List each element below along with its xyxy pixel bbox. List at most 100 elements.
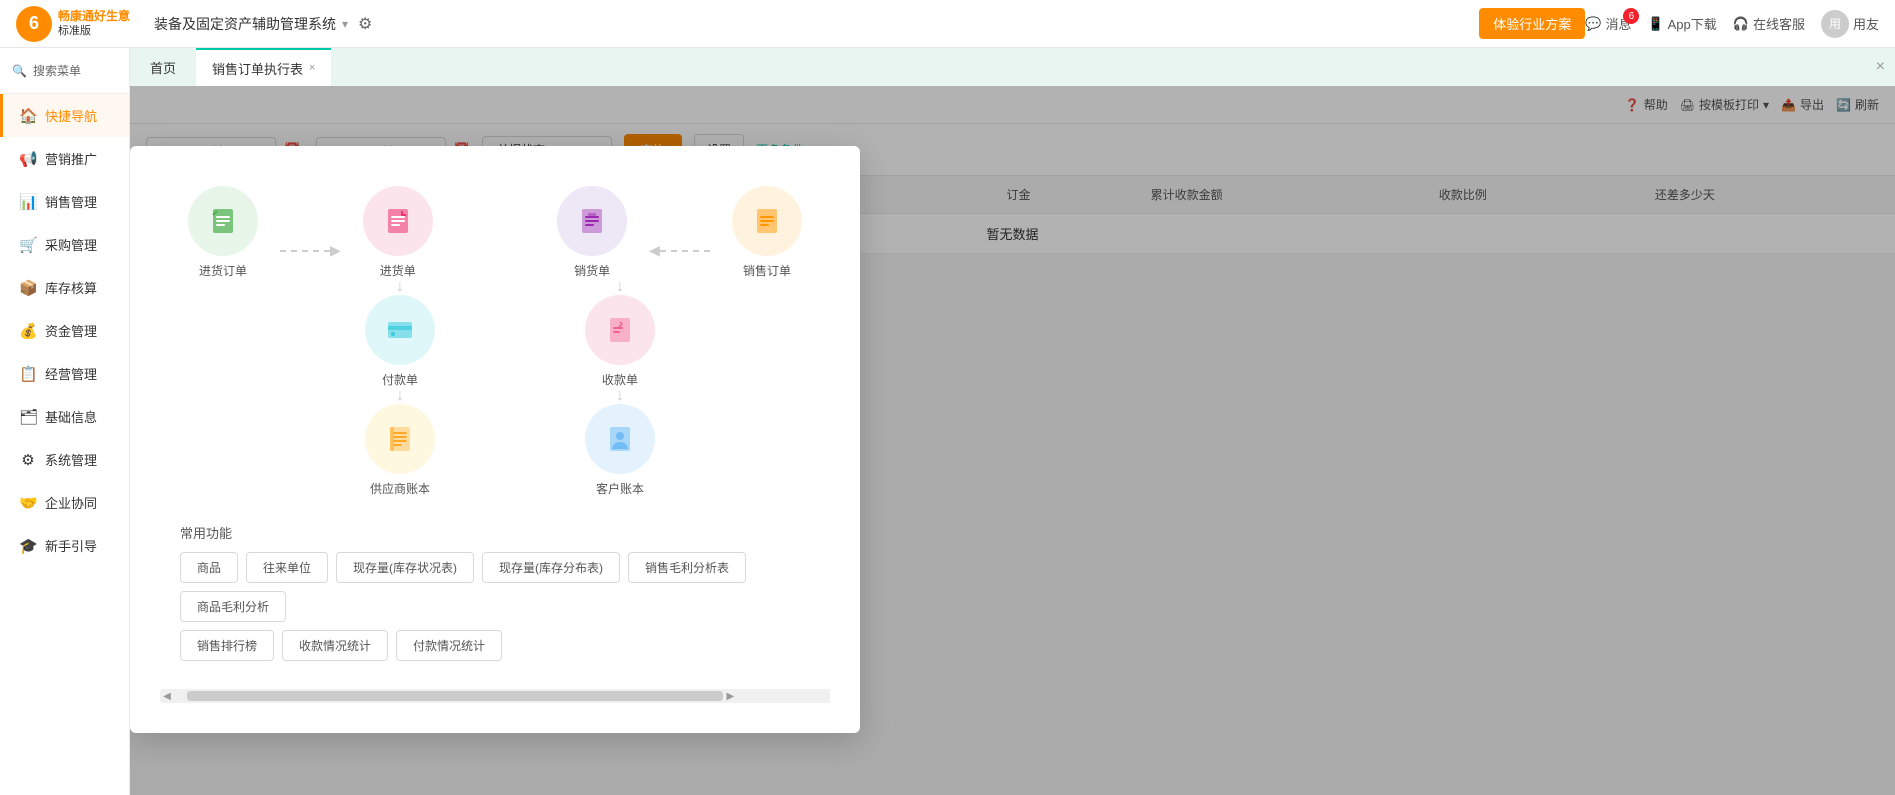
wf-node-sales-order[interactable]: 销售订单: [714, 186, 820, 279]
quick-btn-stock-status[interactable]: 现存量(库存状况表): [336, 552, 474, 583]
app-container: 6 畅康通好生意 标准版 装备及固定资产辅助管理系统 ▾ ⚙ 体验行业方案 💬 …: [0, 0, 1895, 795]
sidebar-item-sales[interactable]: 📊 销售管理: [0, 180, 129, 223]
sidebar-item-label: 企业协同: [45, 493, 97, 512]
wf-node-supplier-ledger[interactable]: 供应商账本: [340, 404, 460, 497]
top-bar: 6 畅康通好生意 标准版 装备及固定资产辅助管理系统 ▾ ⚙ 体验行业方案 💬 …: [0, 0, 1895, 48]
search-menu-button[interactable]: 🔍 搜索菜单: [8, 58, 121, 83]
wf-node-sales-bill[interactable]: 销货单: [539, 186, 645, 279]
app-download-label: App下载: [1668, 14, 1717, 33]
quick-btn-contact[interactable]: 往来单位: [246, 552, 328, 583]
quick-buttons-row2: 销售排行榜 收款情况统计 付款情况统计: [180, 630, 810, 661]
sidebar-item-inventory[interactable]: 📦 库存核算: [0, 266, 129, 309]
quick-btn-sales-profit[interactable]: 销售毛利分析表: [628, 552, 746, 583]
main-area: 🔍 搜索菜单 🏠 快捷导航 📢 营销推广 📊 销售管理 🛒 采购管理: [0, 48, 1895, 795]
search-menu-label: 搜索菜单: [33, 62, 81, 79]
sidebar-item-system[interactable]: ⚙ 系统管理: [0, 438, 129, 481]
online-service-label: 在线客服: [1753, 14, 1805, 33]
system-icon: ⚙: [19, 451, 37, 469]
receipt-bill-icon: [585, 295, 655, 365]
tab-sales-order[interactable]: 销售订单执行表 ×: [196, 48, 331, 86]
tab-home[interactable]: 首页: [130, 48, 196, 86]
guide-icon: 🎓: [19, 537, 37, 555]
quick-btn-product[interactable]: 商品: [180, 552, 238, 583]
sales-order-icon: [732, 186, 802, 256]
purchase-bill-icon: [363, 186, 433, 256]
message-icon: 💬: [1585, 16, 1601, 32]
trial-button[interactable]: 体验行业方案: [1479, 8, 1585, 39]
customer-ledger-label: 客户账本: [596, 480, 644, 497]
user-name: 用友: [1853, 14, 1879, 33]
purchase-order-icon: [188, 186, 258, 256]
tab-close-icon[interactable]: ×: [309, 62, 315, 74]
content-area: 首页 销售订单执行表 × × ❓ 帮助 🖨: [130, 48, 1895, 795]
finance-icon: 💰: [19, 322, 37, 340]
quick-functions-area: 常用功能 商品 往来单位 现存量(库存状况表) 现存量(库存分布表) 销售毛利分…: [160, 507, 830, 679]
quick-btn-stock-dist[interactable]: 现存量(库存分布表): [482, 552, 620, 583]
tab-bar-close-icon[interactable]: ×: [1876, 58, 1885, 76]
message-button[interactable]: 💬 消息 6: [1585, 14, 1631, 33]
quick-btn-product-profit[interactable]: 商品毛利分析: [180, 591, 286, 622]
sidebar-item-label: 经营管理: [45, 364, 97, 383]
top-right-actions: 💬 消息 6 📱 App下载 🎧 在线客服 用 用友: [1585, 10, 1879, 38]
sidebar-item-guide[interactable]: 🎓 新手引导: [0, 524, 129, 567]
sidebar-item-label: 新手引导: [45, 536, 97, 555]
purchase-icon: 🛒: [19, 236, 37, 254]
logo-area: 6 畅康通好生意 标准版: [16, 6, 146, 42]
scrollbar-thumb[interactable]: [187, 691, 723, 701]
quick-btn-sales-rank[interactable]: 销售排行榜: [180, 630, 274, 661]
tab-label: 销售订单执行表: [212, 59, 303, 78]
tab-bar: 首页 销售订单执行表 × ×: [130, 48, 1895, 86]
sidebar-item-label: 采购管理: [45, 235, 97, 254]
sales-order-label: 销售订单: [743, 262, 791, 279]
sidebar-item-label: 销售管理: [45, 192, 97, 211]
scrollbar-left-arrow[interactable]: ◀: [160, 689, 174, 703]
quick-btn-receipt-stats[interactable]: 收款情况统计: [282, 630, 388, 661]
sales-icon: 📊: [19, 193, 37, 211]
customer-ledger-icon: [585, 404, 655, 474]
page-content: ❓ 帮助 🖨 按模板打印 ▾ 📤 导出 🔄: [130, 86, 1895, 795]
sidebar-item-label: 库存核算: [45, 278, 97, 297]
logo-text: 畅康通好生意 标准版: [58, 9, 130, 39]
wf-node-customer-ledger[interactable]: 客户账本: [560, 404, 680, 497]
sidebar-item-label: 系统管理: [45, 450, 97, 469]
payment-bill-label: 付款单: [382, 371, 418, 388]
sales-bill-icon: [557, 186, 627, 256]
sidebar-item-label: 资金管理: [45, 321, 97, 340]
collab-icon: 🤝: [19, 494, 37, 512]
logo-icon: 6: [16, 6, 52, 42]
modal-overlay[interactable]: 进货订单 ▶: [130, 86, 1895, 795]
sidebar-item-finance[interactable]: 💰 资金管理: [0, 309, 129, 352]
quick-btn-payment-stats[interactable]: 付款情况统计: [396, 630, 502, 661]
wf-node-purchase-bill[interactable]: 进货单: [345, 186, 451, 279]
settings-icon[interactable]: ⚙: [358, 14, 372, 34]
sidebar-item-basic[interactable]: 🗂 基础信息: [0, 395, 129, 438]
wf-node-receipt-bill[interactable]: 收款单: [560, 295, 680, 388]
sidebar-item-purchase[interactable]: 🛒 采购管理: [0, 223, 129, 266]
purchase-bill-label: 进货单: [380, 262, 416, 279]
sidebar-item-label: 基础信息: [45, 407, 97, 426]
user-menu[interactable]: 用 用友: [1821, 10, 1879, 38]
sidebar-item-marketing[interactable]: 📢 营销推广: [0, 137, 129, 180]
basic-icon: 🗂: [19, 408, 37, 426]
receipt-bill-label: 收款单: [602, 371, 638, 388]
marketing-icon: 📢: [19, 150, 37, 168]
sales-bill-label: 销货单: [574, 262, 610, 279]
sidebar-item-collab[interactable]: 🤝 企业协同: [0, 481, 129, 524]
system-dropdown-icon[interactable]: ▾: [342, 17, 348, 31]
operations-icon: 📋: [19, 365, 37, 383]
online-service-button[interactable]: 🎧 在线客服: [1733, 14, 1805, 33]
modal-scrollbar[interactable]: ◀ ▶: [160, 689, 830, 703]
app-download-button[interactable]: 📱 App下载: [1647, 14, 1716, 33]
quick-functions-title: 常用功能: [180, 523, 810, 542]
purchase-order-label: 进货订单: [199, 262, 247, 279]
payment-bill-icon: [365, 295, 435, 365]
system-name: 装备及固定资产辅助管理系统: [154, 14, 336, 34]
scrollbar-right-arrow[interactable]: ▶: [723, 689, 737, 703]
service-icon: 🎧: [1733, 16, 1749, 32]
sidebar-search-area: 🔍 搜索菜单: [0, 48, 129, 94]
sidebar-item-operations[interactable]: 📋 经营管理: [0, 352, 129, 395]
wf-node-purchase-order[interactable]: 进货订单: [170, 186, 276, 279]
sidebar-item-quick[interactable]: 🏠 快捷导航: [0, 94, 129, 137]
brand-name: 畅康通好生意: [58, 9, 130, 25]
wf-node-payment-bill[interactable]: 付款单: [340, 295, 460, 388]
